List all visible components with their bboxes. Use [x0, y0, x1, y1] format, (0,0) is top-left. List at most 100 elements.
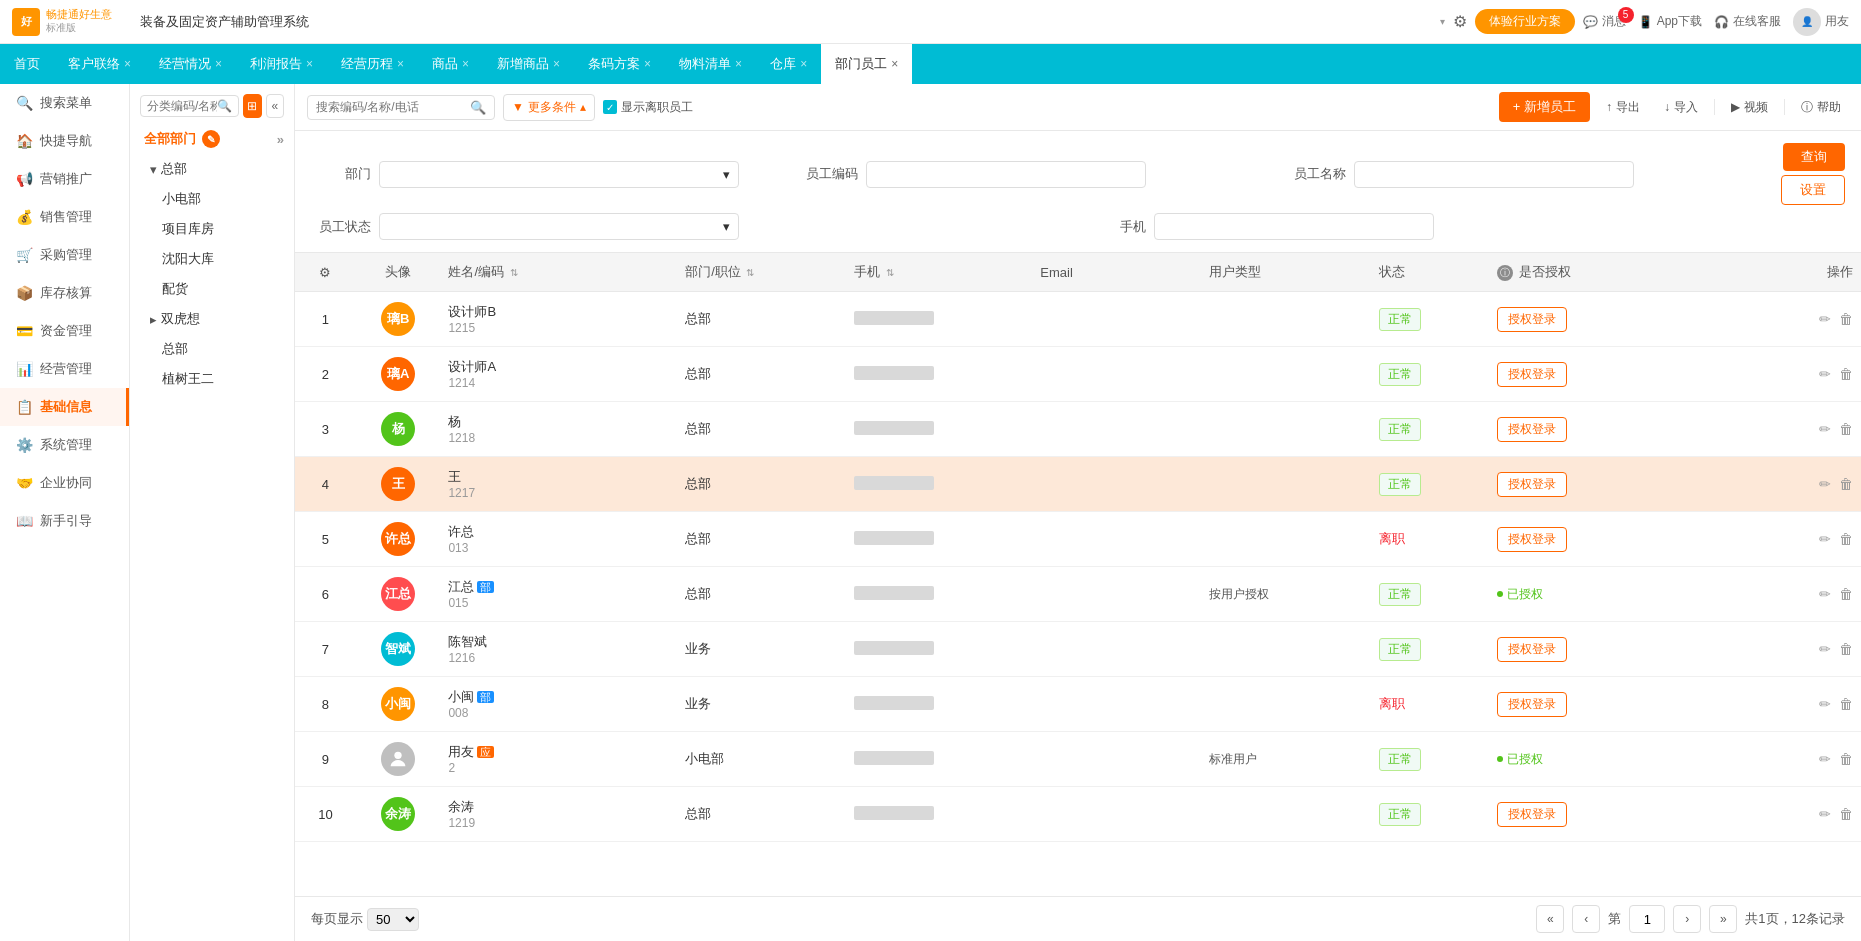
delete-icon[interactable]: 🗑	[1839, 421, 1853, 437]
page-number-input[interactable]	[1629, 905, 1665, 933]
user-btn[interactable]: 👤 用友	[1793, 8, 1849, 36]
nav-close-profit[interactable]: ×	[306, 57, 313, 71]
col-phone[interactable]: 手机 ⇅	[846, 253, 1032, 292]
filter-phone-input[interactable]	[1154, 213, 1434, 240]
nav-close-goods[interactable]: ×	[462, 57, 469, 71]
edit-icon[interactable]: ✏	[1819, 421, 1831, 437]
sidebar-item-marketing[interactable]: 📢 营销推广	[0, 160, 129, 198]
auth-button[interactable]: 授权登录	[1497, 527, 1567, 552]
dept-node-zongbu-expand[interactable]: ▾ 总部	[130, 154, 294, 184]
filter-empcode-input[interactable]	[866, 161, 1146, 188]
sidebar-item-search[interactable]: 🔍 搜索菜单	[0, 84, 129, 122]
edit-icon[interactable]: ✏	[1819, 311, 1831, 327]
nav-goods[interactable]: 商品×	[418, 44, 483, 84]
dept-search-input[interactable]	[147, 99, 217, 113]
nav-profit[interactable]: 利润报告×	[236, 44, 327, 84]
try-btn[interactable]: 体验行业方案	[1475, 9, 1575, 34]
dept-tree-action-active[interactable]: ⊞	[243, 94, 262, 118]
next-page-btn[interactable]: ›	[1673, 905, 1701, 933]
delete-icon[interactable]: 🗑	[1839, 311, 1853, 327]
edit-icon[interactable]: ✏	[1819, 641, 1831, 657]
sidebar-item-shortcuts[interactable]: 🏠 快捷导航	[0, 122, 129, 160]
help-btn[interactable]: ⓘ 帮助	[1793, 95, 1849, 120]
system-title-arrow[interactable]: ▾	[1440, 16, 1445, 27]
dept-search-box[interactable]: 🔍	[140, 95, 239, 117]
dept-node-zongbu2[interactable]: 总部	[130, 334, 294, 364]
sidebar-item-system[interactable]: ⚙️ 系统管理	[0, 426, 129, 464]
export-btn[interactable]: ↑ 导出	[1598, 95, 1648, 120]
dept-node-shuanghu[interactable]: ▸ 双虎想	[130, 304, 294, 334]
nav-history[interactable]: 经营历程×	[327, 44, 418, 84]
edit-icon[interactable]: ✏	[1819, 586, 1831, 602]
auth-button[interactable]: 授权登录	[1497, 417, 1567, 442]
online-service-btn[interactable]: 🎧 在线客服	[1714, 13, 1781, 30]
sidebar-item-operations[interactable]: 📊 经营管理	[0, 350, 129, 388]
nav-close-add-goods[interactable]: ×	[553, 57, 560, 71]
sidebar-item-purchase[interactable]: 🛒 采购管理	[0, 236, 129, 274]
col-name[interactable]: 姓名/编码 ⇅	[440, 253, 677, 292]
nav-bom[interactable]: 物料清单×	[665, 44, 756, 84]
nav-close-barcode[interactable]: ×	[644, 57, 651, 71]
edit-icon[interactable]: ✏	[1819, 696, 1831, 712]
last-page-btn[interactable]: »	[1709, 905, 1737, 933]
message-btn[interactable]: 💬 消息 5	[1583, 13, 1626, 30]
sidebar-item-basic-info[interactable]: 📋 基础信息	[0, 388, 129, 426]
app-download-btn[interactable]: 📱 App下载	[1638, 13, 1702, 30]
auth-button[interactable]: 授权登录	[1497, 802, 1567, 827]
delete-icon[interactable]: 🗑	[1839, 476, 1853, 492]
delete-icon[interactable]: 🗑	[1839, 641, 1853, 657]
nav-close-operation[interactable]: ×	[215, 57, 222, 71]
delete-icon[interactable]: 🗑	[1839, 751, 1853, 767]
prev-page-btn[interactable]: ‹	[1572, 905, 1600, 933]
page-size-dropdown[interactable]: 50 100	[367, 908, 419, 931]
filter-empname-input[interactable]	[1354, 161, 1634, 188]
sidebar-item-guide[interactable]: 📖 新手引导	[0, 502, 129, 540]
delete-icon[interactable]: 🗑	[1839, 366, 1853, 382]
import-btn[interactable]: ↓ 导入	[1656, 95, 1706, 120]
query-button[interactable]: 查询	[1783, 143, 1845, 171]
add-employee-button[interactable]: + 新增员工	[1499, 92, 1590, 122]
nav-add-goods[interactable]: 新增商品×	[483, 44, 574, 84]
filter-status-select[interactable]: ▾	[379, 213, 739, 240]
nav-close-history[interactable]: ×	[397, 57, 404, 71]
first-page-btn[interactable]: «	[1536, 905, 1564, 933]
sidebar-item-collab[interactable]: 🤝 企业协同	[0, 464, 129, 502]
view-btn[interactable]: ▶ 视频	[1723, 95, 1776, 120]
dept-tree-collapse-btn[interactable]: «	[266, 94, 285, 118]
search-input[interactable]	[316, 100, 466, 114]
auth-button[interactable]: 授权登录	[1497, 307, 1567, 332]
edit-icon[interactable]: ✏	[1819, 366, 1831, 382]
filter-dept-select[interactable]: ▾	[379, 161, 739, 188]
nav-close-customer[interactable]: ×	[124, 57, 131, 71]
nav-dept-employee[interactable]: 部门员工×	[821, 44, 912, 84]
edit-icon[interactable]: ✏	[1819, 751, 1831, 767]
auth-button[interactable]: 授权登录	[1497, 472, 1567, 497]
dept-node-zhishu[interactable]: 植树王二	[130, 364, 294, 394]
col-settings[interactable]: ⚙	[295, 253, 356, 292]
nav-barcode[interactable]: 条码方案×	[574, 44, 665, 84]
delete-icon[interactable]: 🗑	[1839, 696, 1853, 712]
dept-node-all[interactable]: 全部部门 ✎ »	[130, 124, 294, 154]
edit-icon[interactable]: ✏	[1819, 476, 1831, 492]
edit-icon[interactable]: ✏	[1819, 531, 1831, 547]
nav-warehouse[interactable]: 仓库×	[756, 44, 821, 84]
auth-button[interactable]: 授权登录	[1497, 692, 1567, 717]
settings-icon[interactable]: ⚙	[1453, 12, 1467, 31]
delete-icon[interactable]: 🗑	[1839, 531, 1853, 547]
nav-customer[interactable]: 客户联络×	[54, 44, 145, 84]
nav-operation[interactable]: 经营情况×	[145, 44, 236, 84]
dept-node-project[interactable]: 项目库房	[130, 214, 294, 244]
filter-btn[interactable]: ▼ 更多条件 ▴	[503, 94, 595, 121]
search-box[interactable]: 🔍	[307, 95, 495, 120]
nav-close-bom[interactable]: ×	[735, 57, 742, 71]
nav-home[interactable]: 首页	[0, 44, 54, 84]
page-size-select[interactable]: 每页显示 50 100	[311, 908, 419, 931]
show-resign-toggle[interactable]: ✓ 显示离职员工	[603, 99, 693, 116]
dept-node-peihuo[interactable]: 配货	[130, 274, 294, 304]
delete-icon[interactable]: 🗑	[1839, 806, 1853, 822]
sidebar-item-finance[interactable]: 💳 资金管理	[0, 312, 129, 350]
dept-node-shenyang[interactable]: 沈阳大库	[130, 244, 294, 274]
col-dept[interactable]: 部门/职位 ⇅	[677, 253, 846, 292]
edit-icon[interactable]: ✏	[1819, 806, 1831, 822]
setup-button[interactable]: 设置	[1781, 175, 1845, 205]
